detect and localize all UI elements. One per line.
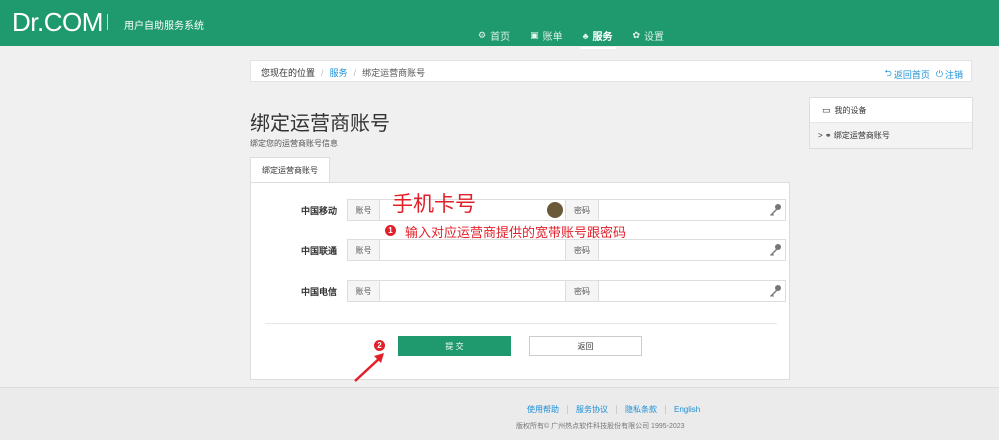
brand-divider bbox=[107, 14, 108, 30]
gear-icon: ✿ bbox=[632, 30, 641, 40]
footer-link-privacy[interactable]: 隐私条款 bbox=[625, 404, 657, 415]
laptop-icon: ▭ bbox=[822, 104, 831, 115]
password-addon: 密码 bbox=[565, 280, 599, 302]
dashboard-icon: ⚙ bbox=[478, 30, 487, 40]
carrier-row-telecom: 中国电信 账号 密码 bbox=[251, 280, 791, 302]
carrier-row-unicom: 中国联通 账号 密码 bbox=[251, 239, 791, 261]
carrier-label: 中国移动 bbox=[300, 206, 337, 216]
page-subtitle: 绑定您的运营商账号信息 bbox=[250, 139, 338, 148]
reply-icon: ⮌ bbox=[884, 68, 892, 78]
telecom-password-input[interactable] bbox=[598, 280, 786, 302]
breadcrumb-separator: / bbox=[353, 67, 357, 78]
submit-button[interactable]: 提 交 bbox=[398, 336, 511, 356]
unicom-password-input[interactable] bbox=[598, 239, 786, 261]
nav-bill[interactable]: ▣ 账单 bbox=[530, 28, 563, 43]
account-addon: 账号 bbox=[347, 199, 380, 221]
footer-separator bbox=[665, 405, 666, 414]
main-nav: ⚙ 首页 ▣ 账单 ♣ 服务 ✿ 设置 bbox=[478, 28, 684, 49]
breadcrumb-service-link[interactable]: 服务 bbox=[330, 66, 348, 79]
footer-link-help[interactable]: 使用帮助 bbox=[527, 404, 559, 415]
carrier-label: 中国联通 bbox=[300, 246, 337, 256]
top-navbar: Dr.COM 用户自助服务系统 ⚙ 首页 ▣ 账单 ♣ 服务 ✿ 设置 bbox=[0, 0, 999, 49]
mobile-password-input[interactable] bbox=[598, 199, 786, 221]
account-addon: 账号 bbox=[347, 239, 380, 261]
key-icon bbox=[770, 244, 781, 256]
annotation-arrow-icon bbox=[354, 353, 384, 382]
form-divider bbox=[265, 323, 777, 324]
page-title: 绑定运营商账号 bbox=[250, 113, 390, 135]
annotation-step-1-text: 输入对应运营商提供的宽带账号跟密码 bbox=[405, 225, 627, 240]
back-button[interactable]: 返回 bbox=[529, 336, 642, 356]
key-icon bbox=[770, 285, 781, 297]
return-home-link[interactable]: ⮌ 返回首页 bbox=[885, 66, 930, 82]
sidebar-item-my-devices[interactable]: ▭ 我的设备 bbox=[810, 98, 972, 123]
logout-link[interactable]: ⏻ 注销 bbox=[936, 68, 963, 81]
nav-service[interactable]: ♣ 服务 bbox=[579, 28, 616, 49]
tab-bind-carrier[interactable]: 绑定运营商账号 bbox=[250, 157, 330, 183]
carrier-label: 中国电信 bbox=[300, 287, 337, 297]
footer-links: 使用帮助 服务协议 隐私条款 English bbox=[527, 404, 700, 415]
bind-form-card: 中国移动 账号 密码 中国联通 账号 密码 中国电信 账号 密码 提 交 返回 bbox=[250, 182, 790, 380]
brand-logo[interactable]: Dr.COM bbox=[12, 7, 103, 38]
footer: 使用帮助 服务协议 隐私条款 English 版权所有© 广州热点软件科技股份有… bbox=[0, 387, 999, 440]
password-addon: 密码 bbox=[565, 239, 599, 261]
breadcrumb-current: 绑定运营商账号 bbox=[362, 68, 426, 78]
nav-home-label: 首页 bbox=[490, 32, 511, 43]
nav-settings-label: 设置 bbox=[644, 32, 665, 43]
bill-icon: ▣ bbox=[530, 30, 539, 40]
breadcrumb: 您现在的位置 / 服务 / 绑定运营商账号 bbox=[261, 66, 425, 79]
nav-service-label: 服务 bbox=[592, 32, 613, 43]
account-addon: 账号 bbox=[347, 280, 380, 302]
return-home-label: 返回首页 bbox=[893, 69, 930, 80]
sidebar-item-label: > ⚭ 绑定运营商账号 bbox=[818, 131, 890, 140]
carrier-row-mobile: 中国移动 账号 密码 bbox=[251, 199, 791, 221]
sidebar-item-bind-carrier[interactable]: > ⚭ 绑定运营商账号 bbox=[810, 123, 972, 148]
nav-home[interactable]: ⚙ 首页 bbox=[478, 28, 510, 43]
power-icon: ⏻ bbox=[935, 68, 943, 79]
breadcrumb-bar: 您现在的位置 / 服务 / 绑定运营商账号 ⮌ 返回首页 ⏻ 注销 bbox=[250, 60, 972, 82]
logout-label: 注销 bbox=[944, 69, 963, 80]
system-subtitle: 用户自助服务系统 bbox=[124, 21, 204, 32]
footer-separator bbox=[567, 405, 568, 414]
footer-separator bbox=[616, 405, 617, 414]
sidebar: ▭ 我的设备 > ⚭ 绑定运营商账号 bbox=[809, 97, 973, 149]
nav-settings[interactable]: ✿ 设置 bbox=[633, 28, 665, 43]
copyright-text: 版权所有© 广州热点软件科技股份有限公司 1995-2023 bbox=[516, 423, 685, 430]
sitemap-icon: ♣ bbox=[582, 30, 589, 41]
footer-link-terms[interactable]: 服务协议 bbox=[576, 404, 608, 415]
telecom-account-input[interactable] bbox=[379, 280, 566, 302]
password-addon: 密码 bbox=[565, 199, 599, 221]
nav-bill-label: 账单 bbox=[542, 32, 563, 43]
unicom-account-input[interactable] bbox=[379, 239, 566, 261]
breadcrumb-actions: ⮌ 返回首页 ⏻ 注销 bbox=[879, 66, 963, 82]
annotation-phone-number: 手机卡号 bbox=[392, 192, 476, 216]
sidebar-item-label: 我的设备 bbox=[834, 105, 867, 115]
breadcrumb-separator: / bbox=[321, 67, 324, 78]
password-manager-icon[interactable] bbox=[547, 202, 563, 218]
breadcrumb-prefix: 您现在的位置 bbox=[261, 68, 316, 78]
annotation-step-1-badge: 1 bbox=[385, 225, 396, 236]
key-icon bbox=[770, 204, 781, 216]
footer-link-english[interactable]: English bbox=[674, 405, 700, 414]
